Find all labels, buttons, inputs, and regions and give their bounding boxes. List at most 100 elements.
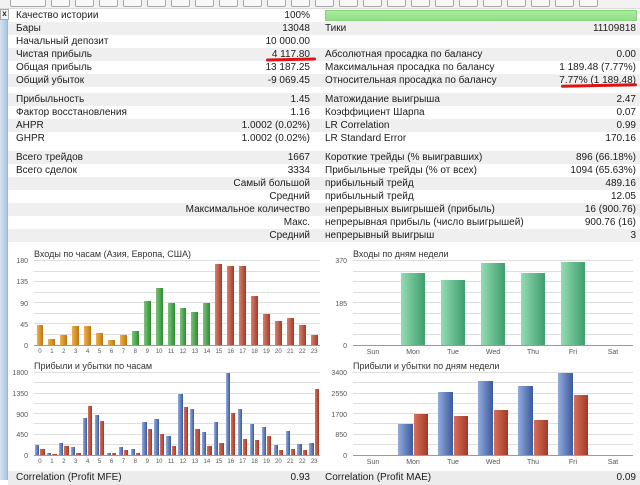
bar-slot [284,261,296,345]
bar-убыток [255,439,260,455]
x-tick-label: Sat [607,459,619,466]
toolbar-button[interactable] [171,0,190,7]
bar-slot [213,261,225,345]
toolbar-button[interactable] [483,0,502,7]
stat-label: Тики [325,23,347,34]
chart-title: Входы по часам (Азия, Европа, США) [34,249,192,259]
x-tick-label: 12 [179,349,187,355]
x-tick-label: 5 [97,349,102,355]
stat-value: 3 [630,230,636,241]
stat-label: непрерывный выигрыш [325,230,435,241]
x-tick-label: 15 [215,349,223,355]
bar-убыток [135,452,141,455]
bar-убыток [88,406,93,455]
bar-slot [117,373,129,455]
bar-slot [249,261,261,345]
stat-value: 1.0002 (0.02%) [241,133,310,144]
bar-slot [593,373,633,455]
table-row: Прибыльность 1.45 Матожидание выигрыша 2.47 [8,93,640,106]
stat-value: 896 (66.18%) [575,152,636,163]
x-tick-label: 7 [121,349,126,355]
table-row: Общая прибыль 13 187.25 Максимальная проса… [8,61,640,74]
toolbar-button[interactable] [99,0,118,7]
bar-прибыль [166,435,171,455]
bar-убыток [573,395,588,455]
x-axis-labels: 0 1 2 3 4 5 6 7 8 9 10 11 12 13 14 15 16 17 18 19 20 21 22 23 [34,347,320,358]
stat-label: LR Correlation [325,120,390,131]
toolbar-button[interactable] [435,0,454,7]
y-axis-labels: 0 185 370 [330,258,349,350]
stat-value: 0.09 [616,472,636,483]
toolbar-button[interactable] [507,0,526,7]
bar-slot [177,373,189,455]
stat-value: 0.00 [616,49,636,60]
bar-убыток [147,429,153,455]
toolbar-button[interactable] [555,0,574,7]
bar-прибыль [249,424,255,455]
y-tick-label: 90 [20,300,28,308]
table-row: Фактор восстановления 1.16 Коэффициент Шар… [8,106,640,119]
x-tick-label: 17 [239,459,246,465]
stat-value: 1.16 [290,107,310,118]
close-panel-button[interactable]: x [0,9,9,20]
stat-label: Абсолютная просадка по балансу [325,49,483,60]
bar-slot [129,373,141,455]
bar [521,272,545,345]
toolbar-button[interactable] [411,0,430,7]
toolbar-button[interactable] [459,0,478,7]
bar-убыток [76,453,81,455]
table-row: GHPR 1.0002 (0.02%) LR Standard Error 170.1… [8,132,640,145]
bar-slot [141,261,153,345]
toolbar-button[interactable] [579,0,598,7]
x-tick-label: 22 [298,349,306,355]
bar-slot [296,373,308,455]
toolbar-button[interactable] [75,0,94,7]
x-tick-label: 5 [97,459,102,465]
toolbar-button[interactable] [51,0,70,7]
toolbar-button[interactable] [291,0,310,7]
bar-slot [249,373,261,455]
x-tick-label: 3 [74,349,78,355]
bar-прибыль [142,421,147,455]
x-tick-label: 11 [167,459,175,465]
toolbar-button[interactable] [10,0,46,7]
toolbar-button[interactable] [195,0,214,7]
stat-value: 1.45 [290,94,310,105]
bar-прибыль [94,415,100,455]
stat-value: 1094 (65.63%) [570,165,636,176]
toolbar-button[interactable] [267,0,286,7]
toolbar-button[interactable] [339,0,358,7]
bar [119,334,127,345]
x-tick-label: 6 [109,459,114,465]
bar-убыток [123,449,129,455]
bar-slot [284,373,296,455]
toolbar-button[interactable] [219,0,238,7]
toolbar-button[interactable] [123,0,142,7]
bar [36,325,44,345]
table-row: AHPR 1.0002 (0.02%) LR Correlation 0.99 [8,119,640,132]
toolbar-button[interactable] [363,0,382,7]
toolbar-button[interactable] [147,0,166,7]
bar-slot [165,261,177,345]
toolbar-button[interactable] [387,0,406,7]
bar-slot [308,373,320,455]
chart-bars [353,261,633,345]
toolbar-button[interactable] [531,0,550,7]
y-tick-label: 1700 [331,411,347,419]
bar-slot [82,261,94,345]
toolbar-button[interactable] [315,0,334,7]
bar [72,326,80,345]
bar-slot [129,261,141,345]
x-tick-label: Thu [526,459,540,466]
bar-убыток [413,413,428,455]
stat-label: Максимальная просадка по балансу [325,62,495,73]
bar-прибыль [178,394,183,455]
bar-slot [106,261,118,345]
bar [131,331,139,345]
x-tick-label: 8 [133,459,137,465]
chart-plot [34,260,320,346]
bar-slot [70,261,82,345]
toolbar-button[interactable] [243,0,262,7]
x-tick-label: 0 [38,349,42,355]
bar-slot [553,373,593,455]
